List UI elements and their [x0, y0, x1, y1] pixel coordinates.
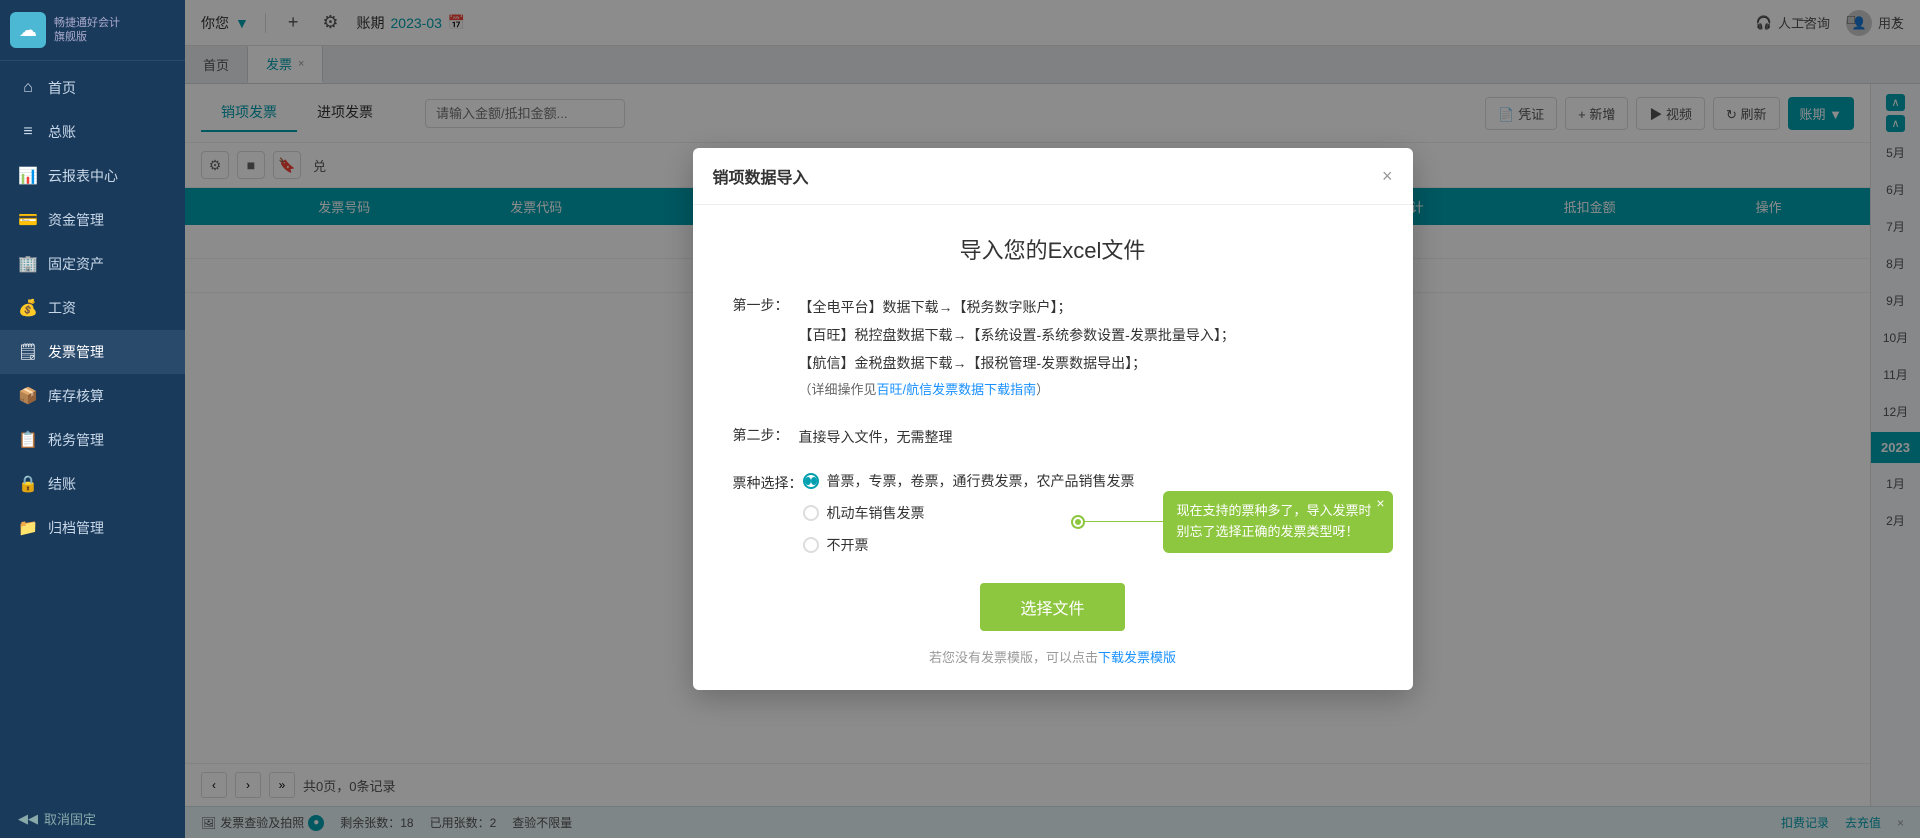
download-template-link[interactable]: 下载发票模版 — [1098, 650, 1176, 665]
step2-content: 直接导入文件，无需整理 — [799, 423, 953, 451]
sidebar-item-label: 发票管理 — [48, 342, 104, 362]
modal-body: 导入您的Excel文件 第一步： 【全电平台】数据下载→【税务数字账户】； 【百… — [693, 205, 1413, 690]
tooltip-line — [1083, 521, 1163, 522]
logo-icon: ☁ — [10, 12, 46, 48]
tooltip-container: 现在支持的票种多了，导入发票时别忘了选择正确的发票类型呀！ × — [1073, 491, 1393, 553]
sidebar-item-inventory[interactable]: 📦 库存核算 — [0, 374, 185, 418]
sidebar-item-ledger[interactable]: ≡ 总账 — [0, 110, 185, 154]
tooltip-close-button[interactable]: × — [1376, 495, 1384, 511]
sidebar: ☁ 畅捷通好会计 旗舰版 ⌂ 首页 ≡ 总账 📊 云报表中心 💳 资金管理 — [0, 0, 185, 838]
invoice-icon: 🗒 — [18, 342, 38, 362]
sidebar-item-home[interactable]: ⌂ 首页 — [0, 66, 185, 110]
cloud-report-icon: 📊 — [18, 166, 38, 186]
ticket-select: 票种选择： 普票，专票，卷票，通行费发票，农产品销售发票 机动车销售发票 — [733, 471, 1373, 555]
radio-circle-0 — [803, 473, 819, 489]
select-file-button[interactable]: 选择文件 — [980, 583, 1124, 631]
tooltip-popup: 现在支持的票种多了，导入发票时别忘了选择正确的发票类型呀！ × — [1163, 491, 1393, 553]
sidebar-item-invoice[interactable]: 🗒 发票管理 — [0, 330, 185, 374]
step1-label: 第一步： — [733, 295, 789, 315]
inventory-icon: 📦 — [18, 386, 38, 406]
modal-overlay: 销项数据导入 × 导入您的Excel文件 第一步： 【全电平台】数据下载→【税务… — [185, 0, 1920, 838]
home-icon: ⌂ — [18, 78, 38, 98]
tooltip-dot — [1073, 517, 1083, 527]
sidebar-item-label: 归档管理 — [48, 518, 104, 538]
sidebar-item-close-accounts[interactable]: 🔒 结账 — [0, 462, 185, 506]
sidebar-item-label: 首页 — [48, 78, 76, 98]
radio-circle-1 — [803, 505, 819, 521]
step1-line1: 【全电平台】数据下载→【税务数字账户】； — [799, 293, 1235, 321]
ledger-icon: ≡ — [18, 122, 38, 142]
sidebar-item-payroll[interactable]: 💰 工资 — [0, 286, 185, 330]
sidebar-item-fund[interactable]: 💳 资金管理 — [0, 198, 185, 242]
fund-icon: 💳 — [18, 210, 38, 230]
sidebar-unpin[interactable]: ◀◀ 取消固定 — [0, 799, 185, 838]
sidebar-item-label: 结账 — [48, 474, 76, 494]
modal-main-title: 导入您的Excel文件 — [733, 233, 1373, 265]
sidebar-item-fixed-assets[interactable]: 🏢 固定资产 — [0, 242, 185, 286]
sidebar-item-label: 资金管理 — [48, 210, 104, 230]
radio-circle-2 — [803, 537, 819, 553]
sidebar-nav: ⌂ 首页 ≡ 总账 📊 云报表中心 💳 资金管理 🏢 固定资产 💰 工资 — [0, 61, 185, 799]
sidebar-item-label: 云报表中心 — [48, 166, 118, 186]
sidebar-logo: ☁ 畅捷通好会计 旗舰版 — [0, 0, 185, 61]
logo-text: 畅捷通好会计 旗舰版 — [54, 16, 120, 45]
sidebar-item-cloud-report[interactable]: 📊 云报表中心 — [0, 154, 185, 198]
fixed-assets-icon: 🏢 — [18, 254, 38, 274]
step1: 第一步： 【全电平台】数据下载→【税务数字账户】； 【百旺】税控盘数据下载→【系… — [733, 293, 1373, 403]
step1-line2: 【百旺】税控盘数据下载→【系统设置-系统参数设置-发票批量导入】； — [799, 321, 1235, 349]
modal-close-button[interactable]: × — [1382, 167, 1393, 185]
tax-icon: 📋 — [18, 430, 38, 450]
close-accounts-icon: 🔒 — [18, 474, 38, 494]
modal-title: 销项数据导入 — [713, 164, 809, 188]
radio-option-0[interactable]: 普票，专票，卷票，通行费发票，农产品销售发票 — [803, 471, 1135, 491]
pin-icon: ◀◀ — [18, 811, 38, 827]
sidebar-item-label: 总账 — [48, 122, 76, 142]
import-modal: 销项数据导入 × 导入您的Excel文件 第一步： 【全电平台】数据下载→【税务… — [693, 148, 1413, 690]
sidebar-item-label: 固定资产 — [48, 254, 104, 274]
sidebar-item-label: 库存核算 — [48, 386, 104, 406]
archive-icon: 📁 — [18, 518, 38, 538]
select-file-area: 选择文件 — [733, 583, 1373, 631]
guide-link[interactable]: 百旺/航信发票数据下载指南 — [877, 382, 1037, 397]
payroll-icon: 💰 — [18, 298, 38, 318]
step2-label: 第二步： — [733, 425, 789, 445]
sidebar-item-archive[interactable]: 📁 归档管理 — [0, 506, 185, 550]
step1-content: 【全电平台】数据下载→【税务数字账户】； 【百旺】税控盘数据下载→【系统设置-系… — [799, 293, 1235, 403]
step1-line3: 【航信】金税盘数据下载→【报税管理-发票数据导出】； — [799, 349, 1235, 377]
modal-footer-note: 若您没有发票模版，可以点击下载发票模版 — [733, 647, 1373, 666]
sidebar-item-label: 工资 — [48, 298, 76, 318]
sidebar-item-label: 税务管理 — [48, 430, 104, 450]
sidebar-item-tax[interactable]: 📋 税务管理 — [0, 418, 185, 462]
step1-note: （详细操作见百旺/航信发票数据下载指南） — [799, 377, 1235, 403]
modal-header: 销项数据导入 × — [693, 148, 1413, 205]
step2: 第二步： 直接导入文件，无需整理 — [733, 423, 1373, 451]
ticket-label: 票种选择： — [733, 473, 803, 493]
